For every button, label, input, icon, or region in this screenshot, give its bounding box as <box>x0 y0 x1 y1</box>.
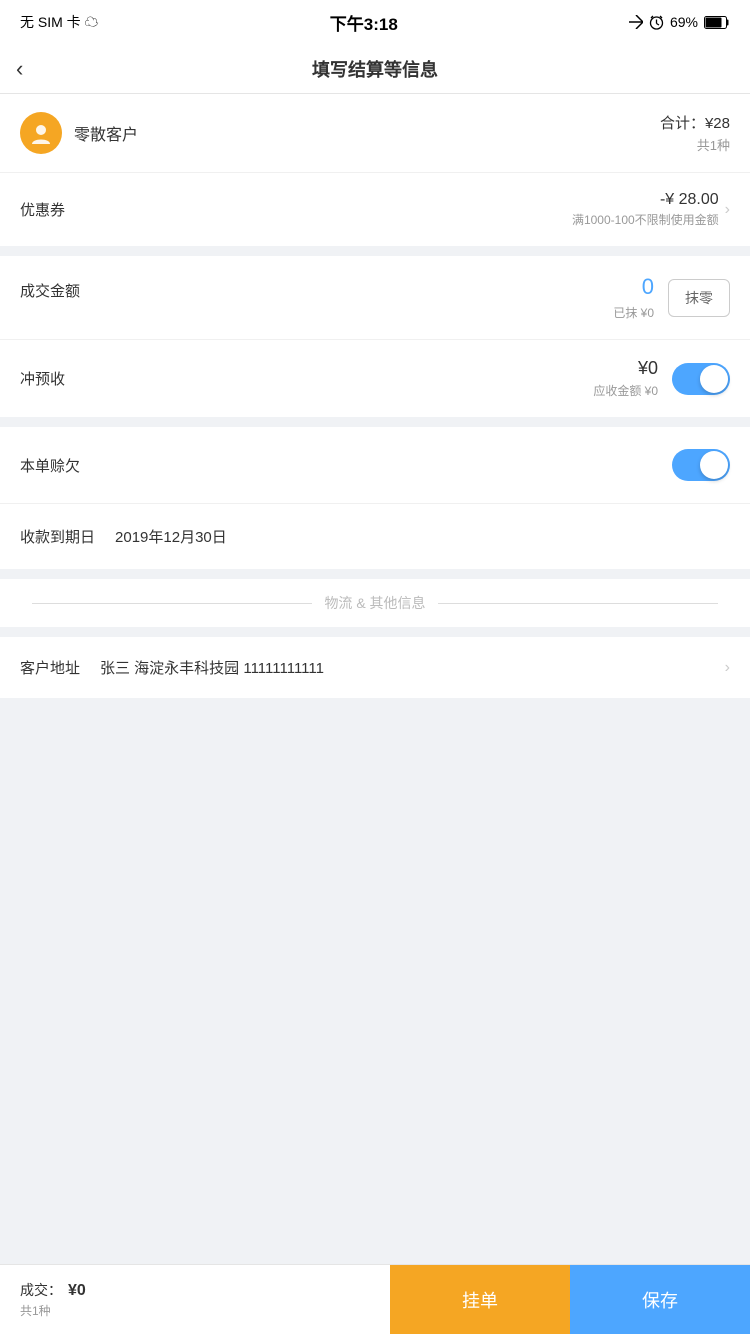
customer-row: 零散客户 合计：¥28 共1种 <box>0 94 750 172</box>
coupon-value-block: -¥ 28.00 满1000-100不限制使用金额 <box>572 191 719 228</box>
back-button[interactable]: ‹ <box>16 56 23 82</box>
prepaid-amount-block: ¥0 应收金额 ¥0 <box>593 358 658 399</box>
address-chevron-right-icon: › <box>725 659 730 677</box>
transaction-amount: 0 <box>613 274 654 300</box>
bottom-deal-label: 成交： <box>20 1280 62 1300</box>
battery-icon <box>704 16 730 29</box>
logistics-header: 物流 & 其他信息 <box>0 579 750 627</box>
prepaid-sub: 应收金额 ¥0 <box>593 382 658 399</box>
transaction-sub: 已抹 ¥0 <box>613 304 654 321</box>
bottom-deal-count: 共1种 <box>20 1302 370 1319</box>
location-icon <box>629 15 643 29</box>
logistics-card: 物流 & 其他信息 <box>0 579 750 627</box>
address-left: 客户地址 张三 海淀永丰科技园 11111111111 <box>20 657 324 678</box>
round-button[interactable]: 抹零 <box>668 279 730 317</box>
person-icon <box>28 120 54 146</box>
chevron-right-icon: › <box>725 201 730 219</box>
customer-card: 零散客户 合计：¥28 共1种 优惠券 -¥ 28.00 满1000-100不限… <box>0 94 750 246</box>
debt-toggle-knob <box>700 451 728 479</box>
coupon-row[interactable]: 优惠券 -¥ 28.00 满1000-100不限制使用金额 › <box>0 172 750 246</box>
coupon-amount: -¥ 28.00 <box>572 191 719 209</box>
bottom-deal-line: 成交： ¥0 <box>20 1280 370 1300</box>
page-title: 填写结算等信息 <box>312 56 438 82</box>
total-label: 合计：¥28 <box>660 112 730 133</box>
prepaid-row: 冲预收 ¥0 应收金额 ¥0 <box>0 340 750 417</box>
prepaid-amount: ¥0 <box>593 358 658 379</box>
customer-left: 零散客户 <box>20 112 138 154</box>
prepaid-toggle[interactable] <box>672 363 730 395</box>
address-value: 张三 海淀永丰科技园 11111111111 <box>100 657 324 678</box>
transaction-row: 成交金额 0 已抹 ¥0 抹零 <box>0 256 750 340</box>
toggle-knob <box>700 365 728 393</box>
bottom-bar: 成交： ¥0 共1种 挂单 保存 <box>0 1264 750 1334</box>
status-bar: 无 SIM 卡 ☁ 下午3:18 69% <box>0 0 750 44</box>
bottom-left: 成交： ¥0 共1种 <box>0 1280 390 1319</box>
due-label: 收款到期日 <box>20 526 95 547</box>
coupon-label: 优惠券 <box>20 199 65 220</box>
status-left: 无 SIM 卡 ☁ <box>20 12 99 32</box>
debt-toggle[interactable] <box>672 449 730 481</box>
alarm-icon <box>649 15 664 30</box>
transaction-right: 0 已抹 ¥0 抹零 <box>613 274 730 321</box>
status-time: 下午3:18 <box>330 10 398 35</box>
coupon-desc: 满1000-100不限制使用金额 <box>572 211 719 228</box>
transaction-amount-block: 0 已抹 ¥0 <box>613 274 654 321</box>
logistics-title: 物流 & 其他信息 <box>324 593 425 613</box>
due-row: 收款到期日 2019年12月30日 <box>0 504 750 569</box>
prepaid-right: ¥0 应收金额 ¥0 <box>593 358 730 399</box>
debt-label: 本单赊欠 <box>20 455 80 476</box>
status-right: 69% <box>629 14 730 30</box>
debt-card: 本单赊欠 收款到期日 2019年12月30日 <box>0 427 750 569</box>
address-row[interactable]: 客户地址 张三 海淀永丰科技园 11111111111 › <box>0 637 750 698</box>
customer-right: 合计：¥28 共1种 <box>660 112 730 154</box>
debt-row: 本单赊欠 <box>0 427 750 504</box>
customer-name: 零散客户 <box>74 121 138 145</box>
content: 零散客户 合计：¥28 共1种 优惠券 -¥ 28.00 满1000-100不限… <box>0 94 750 798</box>
transaction-card: 成交金额 0 已抹 ¥0 抹零 冲预收 ¥0 应收金额 ¥0 <box>0 256 750 417</box>
sim-label: 无 SIM 卡 ☁ <box>20 12 99 32</box>
due-date-value: 2019年12月30日 <box>115 526 227 547</box>
pending-button[interactable]: 挂单 <box>390 1265 570 1334</box>
address-card[interactable]: 客户地址 张三 海淀永丰科技园 11111111111 › <box>0 637 750 698</box>
battery-text: 69% <box>670 14 698 30</box>
address-key: 客户地址 <box>20 657 80 678</box>
nav-bar: ‹ 填写结算等信息 <box>0 44 750 94</box>
save-button[interactable]: 保存 <box>570 1265 750 1334</box>
bottom-deal-amount: ¥0 <box>68 1282 86 1300</box>
avatar <box>20 112 62 154</box>
prepaid-label: 冲预收 <box>20 368 65 389</box>
coupon-right: -¥ 28.00 满1000-100不限制使用金额 › <box>572 191 730 228</box>
transaction-label: 成交金额 <box>20 274 80 301</box>
total-count: 共1种 <box>660 135 730 154</box>
